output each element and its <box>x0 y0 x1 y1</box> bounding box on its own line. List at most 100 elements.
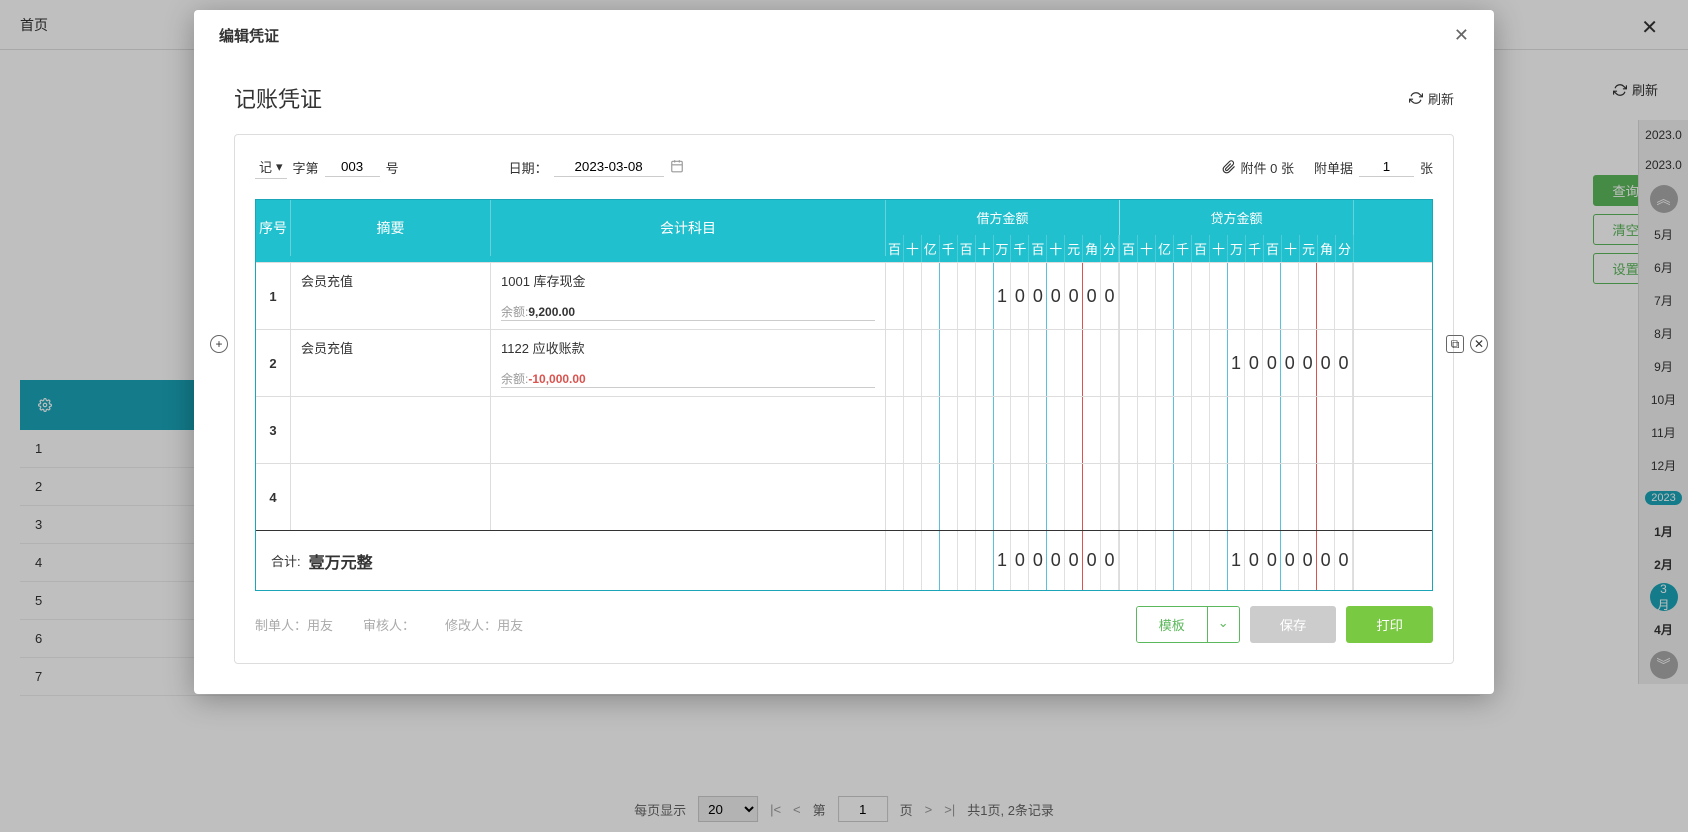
digit-cell[interactable] <box>1156 397 1174 463</box>
digit-cell[interactable] <box>1245 263 1263 329</box>
chevron-down-icon[interactable]: ⌄ <box>1207 607 1239 642</box>
digit-cell[interactable] <box>1083 330 1101 396</box>
digit-cell[interactable] <box>1029 330 1047 396</box>
digit-cell[interactable] <box>1065 330 1083 396</box>
digit-cell[interactable] <box>1192 397 1210 463</box>
summary-cell[interactable]: 会员充值 <box>291 330 491 396</box>
digit-cell[interactable] <box>904 397 922 463</box>
digit-cell[interactable]: 0 <box>1335 330 1353 396</box>
summary-cell[interactable] <box>291 397 491 463</box>
digit-cell[interactable]: 0 <box>1065 263 1083 329</box>
digit-cell[interactable]: 1 <box>994 263 1012 329</box>
digit-cell[interactable] <box>1317 263 1335 329</box>
digit-cell[interactable] <box>1120 330 1138 396</box>
digit-cell[interactable] <box>1120 531 1138 590</box>
digit-cell[interactable] <box>1174 531 1192 590</box>
digit-cell[interactable] <box>1228 263 1246 329</box>
digit-cell[interactable] <box>1192 330 1210 396</box>
digit-cell[interactable]: 0 <box>1263 330 1281 396</box>
digit-cell[interactable] <box>922 531 940 590</box>
digit-cell[interactable] <box>976 263 994 329</box>
digit-cell[interactable] <box>886 531 904 590</box>
digit-cell[interactable] <box>940 397 958 463</box>
digit-cell[interactable] <box>1281 263 1299 329</box>
digit-cell[interactable] <box>904 464 922 530</box>
digit-cell[interactable] <box>1029 464 1047 530</box>
digit-cell[interactable] <box>1210 263 1228 329</box>
digit-cell[interactable] <box>1174 397 1192 463</box>
summary-cell[interactable] <box>291 464 491 530</box>
digit-cell[interactable] <box>886 330 904 396</box>
save-button[interactable]: 保存 <box>1250 606 1337 643</box>
digit-cell[interactable] <box>1228 464 1246 530</box>
print-button[interactable]: 打印 <box>1346 606 1433 643</box>
digit-cell[interactable] <box>1281 464 1299 530</box>
credit-cell[interactable] <box>1120 464 1354 530</box>
digit-cell[interactable] <box>1335 464 1353 530</box>
digit-cell[interactable] <box>1263 263 1281 329</box>
credit-cell[interactable] <box>1120 263 1354 329</box>
digit-cell[interactable] <box>994 397 1012 463</box>
digit-cell[interactable] <box>1335 397 1353 463</box>
digit-cell[interactable] <box>1011 330 1029 396</box>
digit-cell[interactable] <box>1245 397 1263 463</box>
digit-cell[interactable]: 0 <box>1011 531 1029 590</box>
debit-cell[interactable] <box>886 330 1120 396</box>
subject-cell[interactable]: 1001 库存现金余额:9,200.00 <box>491 263 886 329</box>
digit-cell[interactable] <box>886 263 904 329</box>
digit-cell[interactable] <box>958 464 976 530</box>
debit-cell[interactable] <box>886 397 1120 463</box>
digit-cell[interactable] <box>904 531 922 590</box>
digit-cell[interactable] <box>1210 330 1228 396</box>
digit-cell[interactable] <box>1299 263 1317 329</box>
digit-cell[interactable] <box>1011 464 1029 530</box>
subject-cell[interactable]: 1122 应收账款余额:-10,000.00 <box>491 330 886 396</box>
digit-cell[interactable] <box>1138 263 1156 329</box>
digit-cell[interactable] <box>1101 397 1119 463</box>
digit-cell[interactable] <box>1281 397 1299 463</box>
digit-cell[interactable] <box>922 397 940 463</box>
credit-cell[interactable]: 1000000 <box>1120 330 1354 396</box>
digit-cell[interactable] <box>976 330 994 396</box>
add-row-icon[interactable]: + <box>210 335 228 353</box>
digit-cell[interactable] <box>1120 464 1138 530</box>
digit-cell[interactable] <box>1245 464 1263 530</box>
digit-cell[interactable] <box>958 397 976 463</box>
template-button[interactable]: 模板 ⌄ <box>1136 606 1240 643</box>
date-input[interactable] <box>554 157 664 177</box>
digit-cell[interactable] <box>1047 397 1065 463</box>
digit-cell[interactable] <box>1174 330 1192 396</box>
digit-cell[interactable]: 1 <box>1228 330 1246 396</box>
digit-cell[interactable] <box>1029 397 1047 463</box>
digit-cell[interactable]: 0 <box>1299 330 1317 396</box>
digit-cell[interactable]: 0 <box>1047 263 1065 329</box>
digit-cell[interactable] <box>940 263 958 329</box>
digit-cell[interactable] <box>1011 397 1029 463</box>
debit-cell[interactable] <box>886 464 1120 530</box>
digit-cell[interactable]: 0 <box>1317 531 1335 590</box>
prefix-select[interactable]: 记 ▾ <box>255 155 287 179</box>
digit-cell[interactable] <box>904 263 922 329</box>
digit-cell[interactable] <box>1047 464 1065 530</box>
digit-cell[interactable] <box>1210 397 1228 463</box>
digit-cell[interactable] <box>886 397 904 463</box>
digit-cell[interactable]: 0 <box>1335 531 1353 590</box>
digit-cell[interactable] <box>1138 464 1156 530</box>
digit-cell[interactable] <box>1156 464 1174 530</box>
digit-cell[interactable]: 0 <box>1263 531 1281 590</box>
digit-cell[interactable] <box>1156 330 1174 396</box>
digit-cell[interactable] <box>994 464 1012 530</box>
summary-cell[interactable]: 会员充值 <box>291 263 491 329</box>
digit-cell[interactable] <box>1138 397 1156 463</box>
digit-cell[interactable] <box>940 531 958 590</box>
digit-cell[interactable] <box>1317 464 1335 530</box>
digit-cell[interactable] <box>1083 397 1101 463</box>
digit-cell[interactable]: 0 <box>1047 531 1065 590</box>
calendar-icon[interactable] <box>670 159 684 176</box>
subject-cell[interactable] <box>491 464 886 530</box>
digit-cell[interactable] <box>1263 397 1281 463</box>
digit-cell[interactable] <box>904 330 922 396</box>
digit-cell[interactable]: 0 <box>1011 263 1029 329</box>
digit-cell[interactable] <box>922 464 940 530</box>
digit-cell[interactable] <box>994 330 1012 396</box>
